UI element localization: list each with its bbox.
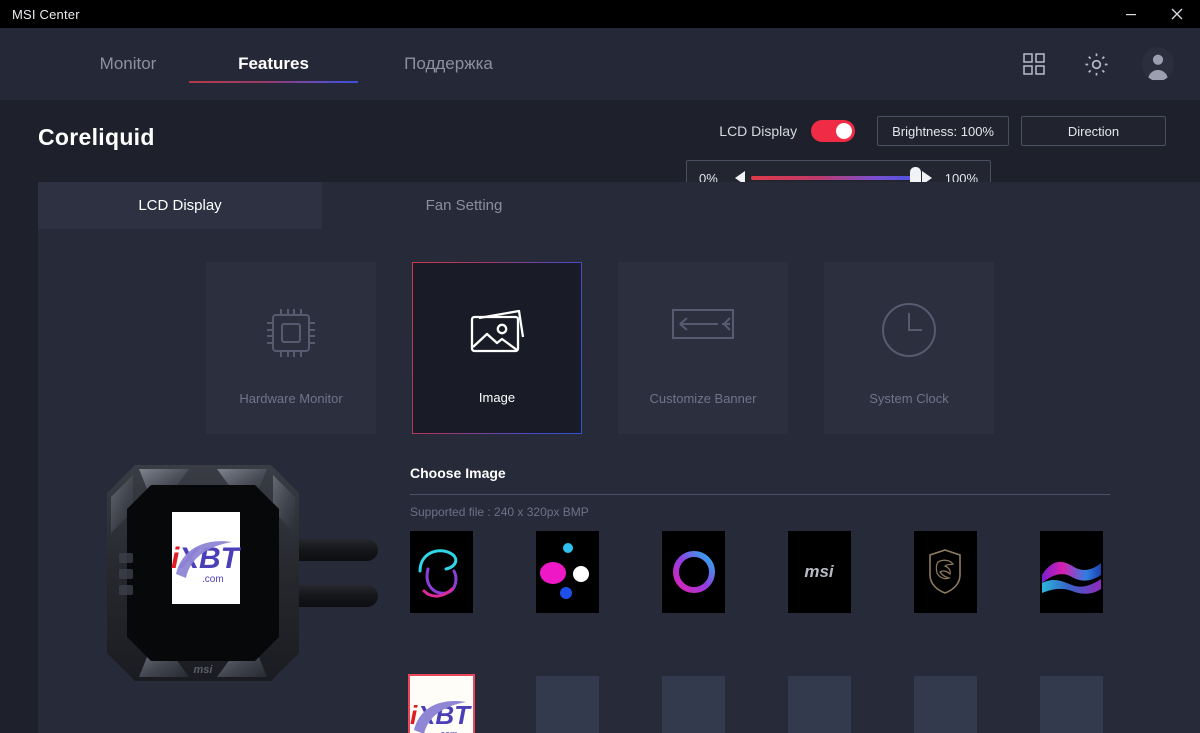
svg-text:msi: msi [804, 562, 835, 581]
section-divider [410, 494, 1110, 495]
gear-icon[interactable] [1080, 48, 1112, 80]
window-controls [1108, 0, 1200, 28]
subtab-lcd-display-label: LCD Display [138, 197, 222, 214]
nav-tab-features-label: Features [238, 54, 309, 73]
brightness-button[interactable]: Brightness: 100% [877, 116, 1009, 146]
scrolling-banner-icon [668, 300, 738, 353]
close-button[interactable] [1154, 0, 1200, 28]
subtab-fan-setting[interactable]: Fan Setting [322, 182, 606, 229]
grid-apps-icon[interactable] [1018, 48, 1050, 80]
cooler-preview-image: i XBT .com msi [93, 457, 383, 707]
nav-tab-features[interactable]: Features [186, 28, 361, 100]
mode-card-system-clock-label: System Clock [869, 391, 949, 406]
image-stack-icon [463, 301, 531, 368]
choose-image-title: Choose Image [410, 465, 506, 481]
msi-wordmark-thumbnail[interactable]: msi [788, 531, 851, 613]
slider-track[interactable] [751, 167, 921, 189]
mode-card-customize-banner[interactable]: Customize Banner [618, 262, 788, 434]
empty-slot-thumbnail[interactable] [788, 676, 851, 733]
empty-slot-thumbnail[interactable] [662, 676, 725, 733]
window-title: MSI Center [12, 6, 80, 22]
nav-tab-support[interactable]: Поддержка [361, 28, 536, 100]
svg-text:msi: msi [194, 664, 214, 676]
mode-card-image[interactable]: Image [412, 262, 582, 434]
lcd-mode-cards: Hardware Monitor Image Customize Banner … [206, 262, 994, 434]
nav-tab-support-label: Поддержка [404, 54, 493, 73]
minimize-button[interactable] [1108, 0, 1154, 28]
nav-tab-list: Monitor Features Поддержка [70, 28, 536, 100]
mode-card-image-label: Image [478, 390, 516, 405]
cpu-chip-icon [258, 300, 324, 371]
svg-text:.com: .com [438, 729, 458, 733]
msi-center-window: MSI Center Monitor Features Поддержка Co… [0, 0, 1200, 733]
mode-card-customize-banner-label: Customize Banner [649, 391, 757, 406]
active-tab-underline [189, 81, 358, 83]
primary-navbar: Monitor Features Поддержка [0, 28, 1200, 100]
color-dots-thumbnail[interactable] [536, 531, 599, 613]
gradient-ring-thumbnail[interactable] [662, 531, 725, 613]
subtab-lcd-display[interactable]: LCD Display [38, 182, 322, 229]
lcd-display-toggle[interactable] [811, 120, 856, 142]
toggle-knob [836, 123, 853, 139]
clock-icon [879, 300, 939, 365]
lcd-controls-row: LCD Display Brightness: 100% Direction [719, 116, 1166, 146]
lcd-display-label: LCD Display [719, 123, 798, 139]
content-panel: LCD Display Fan Setting Hardware Monitor [38, 182, 1200, 733]
msi-dragon-shield-thumbnail[interactable] [914, 531, 977, 613]
mode-card-hardware-monitor-label: Hardware Monitor [239, 391, 343, 406]
supported-file-note: Supported file : 240 x 320px BMP [410, 505, 589, 519]
empty-slot-thumbnail[interactable] [536, 676, 599, 733]
direction-button[interactable]: Direction [1021, 116, 1166, 146]
image-thumbnail-grid: msi i XBT [408, 531, 1120, 733]
color-wave-thumbnail[interactable] [1040, 531, 1103, 613]
empty-slot-thumbnail[interactable] [914, 676, 977, 733]
choose-image-section: Choose Image Supported file : 240 x 320p… [408, 465, 1120, 733]
ixbt-logo-thumbnail[interactable]: i XBT .com [408, 674, 475, 733]
user-avatar-icon[interactable] [1142, 47, 1174, 81]
mode-card-hardware-monitor[interactable]: Hardware Monitor [206, 262, 376, 434]
nav-icon-group [1018, 28, 1174, 100]
page-title: Coreliquid [38, 124, 155, 150]
mode-card-system-clock[interactable]: System Clock [824, 262, 994, 434]
subtab-fan-setting-label: Fan Setting [425, 197, 503, 214]
nav-tab-monitor-label: Monitor [99, 54, 157, 73]
selected-card-gradient-border: Image [412, 262, 582, 434]
nav-tab-monitor[interactable]: Monitor [70, 28, 186, 100]
avatar [1142, 47, 1174, 81]
neon-curve-thumbnail[interactable] [410, 531, 473, 613]
subtab-list: LCD Display Fan Setting [38, 182, 606, 229]
empty-slot-thumbnail[interactable] [1040, 676, 1103, 733]
title-bar: MSI Center [0, 0, 1200, 28]
svg-text:.com: .com [202, 574, 224, 585]
ixbt-logo: i XBT .com [410, 676, 473, 733]
